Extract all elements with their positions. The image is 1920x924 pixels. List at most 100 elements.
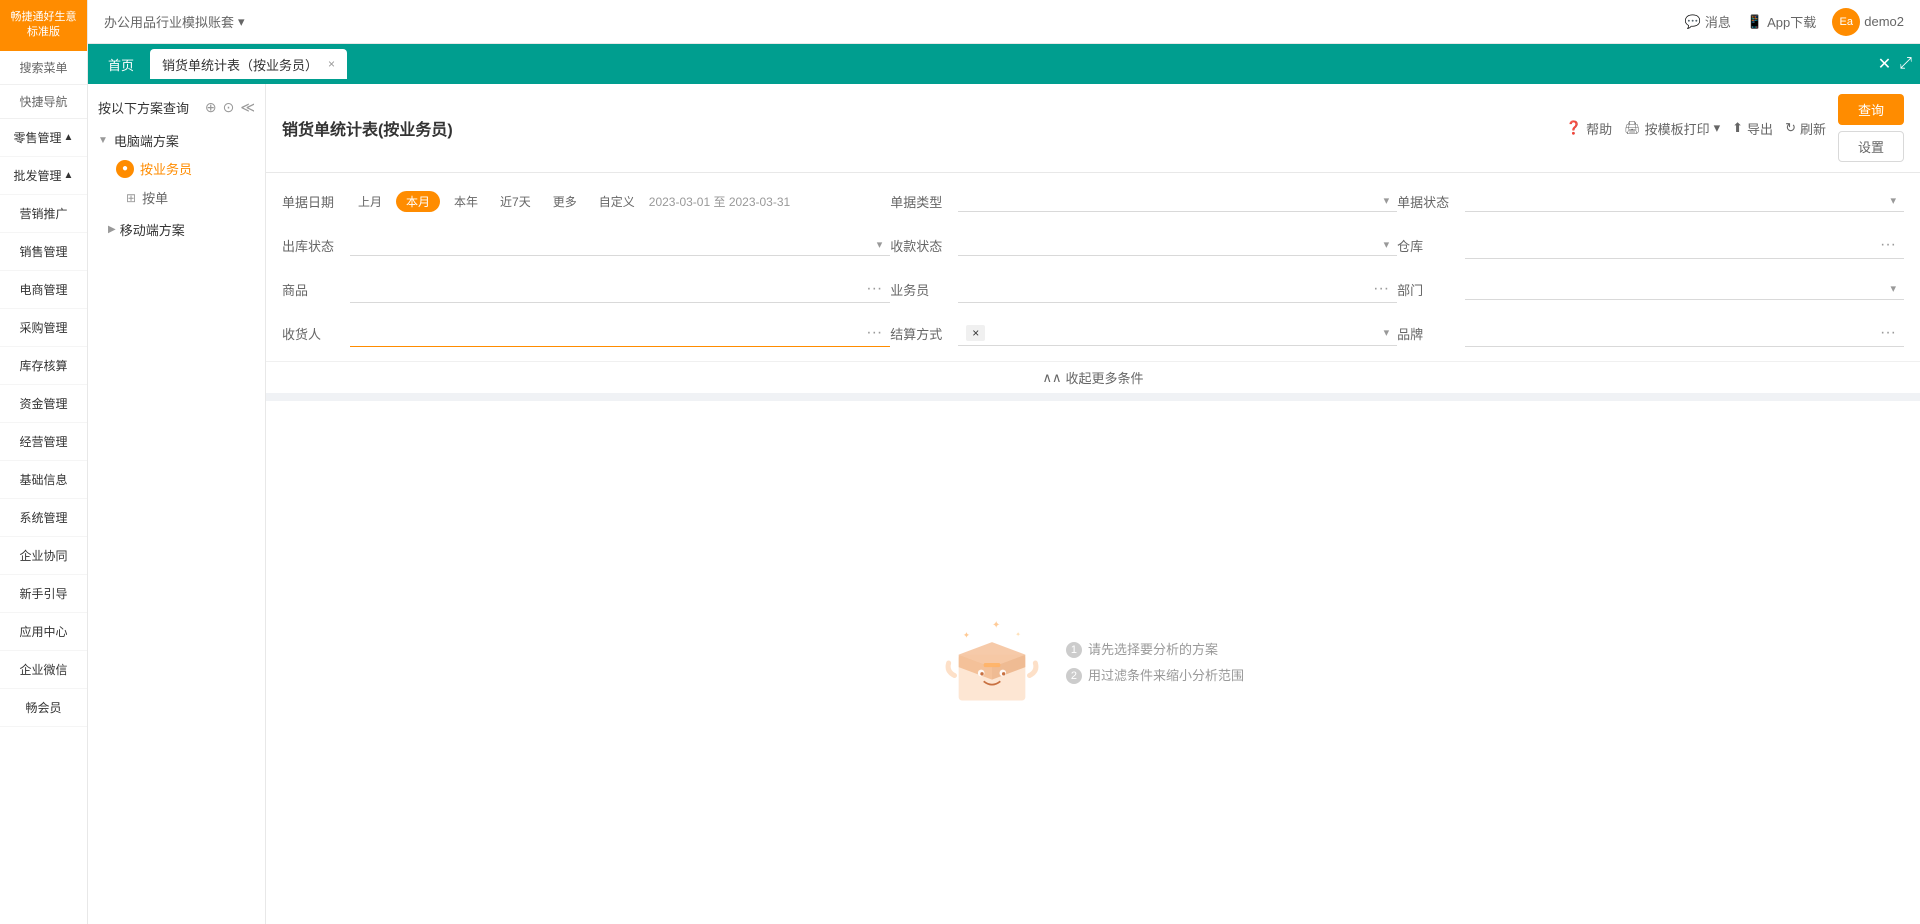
step2-num: 2 — [1066, 668, 1082, 684]
sidebar-item-system[interactable]: 系统管理 — [0, 499, 87, 537]
empty-state: ✦ ✦ ✦ 1 请先选择要分析的方案 2 用过滤条件来缩小分析范围 — [266, 401, 1920, 924]
date-btn-this-year[interactable]: 本年 — [446, 191, 486, 212]
collapse-button[interactable]: ∧∧ 收起更多条件 — [1042, 368, 1143, 387]
doc-status-input[interactable]: ▾ — [1465, 190, 1904, 212]
tab-bar: 首页 销货单统计表（按业务员） × ✕ ⤢ — [88, 44, 1920, 84]
retail-label: 零售管理 — [14, 129, 62, 146]
empty-content: ✦ ✦ ✦ 1 请先选择要分析的方案 2 用过滤条件来缩小分析范围 — [942, 613, 1244, 713]
sidebar-item-wechat[interactable]: 企业微信 — [0, 651, 87, 689]
sidebar-search[interactable]: 搜索菜单 — [0, 51, 87, 85]
desktop-scheme-header[interactable]: ▼ 电脑端方案 — [88, 127, 265, 154]
svg-text:✦: ✦ — [1015, 630, 1021, 638]
doc-status-chevron-icon: ▾ — [1890, 194, 1896, 207]
user-profile[interactable]: Ea demo2 — [1832, 8, 1904, 36]
empty-text: 1 请先选择要分析的方案 2 用过滤条件来缩小分析范围 — [1066, 637, 1244, 689]
tab-sales-stat-label: 销货单统计表（按业务员） — [162, 55, 318, 74]
sidebar-item-wholesale[interactable]: 批发管理 ▲ — [0, 157, 87, 195]
app-download-button[interactable]: 📱 App下载 — [1747, 12, 1816, 31]
export-label: 导出 — [1747, 119, 1773, 138]
step1-num: 1 — [1066, 642, 1082, 658]
sidebar-item-inventory[interactable]: 库存核算 — [0, 347, 87, 385]
consignee-input[interactable]: ··· — [350, 320, 890, 347]
sidebar-item-operation[interactable]: 经营管理 — [0, 423, 87, 461]
refresh-button[interactable]: ↻ 刷新 — [1785, 119, 1826, 138]
print-chevron-icon: ▾ — [1714, 120, 1721, 136]
tab-close-window-icon[interactable]: ✕ — [1878, 54, 1891, 74]
breadcrumb-chevron-icon: ▾ — [238, 14, 245, 30]
top-header: 办公用品行业模拟账套 ▾ 💬 消息 📱 App下载 Ea demo2 — [88, 0, 1920, 44]
scheme-item-by-order[interactable]: ⊞ 按单 — [88, 183, 265, 212]
retail-arrow-icon: ▲ — [64, 132, 74, 143]
out-status-field: 出库状态 ▾ — [282, 229, 890, 261]
collapse-panel-icon[interactable]: ≪ — [240, 99, 255, 116]
sidebar-item-retail[interactable]: 零售管理 ▲ — [0, 119, 87, 157]
sidebar-item-apps[interactable]: 应用中心 — [0, 613, 87, 651]
sidebar-item-sales[interactable]: 销售管理 — [0, 233, 87, 271]
sidebar-item-ecommerce[interactable]: 电商管理 — [0, 271, 87, 309]
step2-text: 用过滤条件来缩小分析范围 — [1088, 663, 1244, 689]
sidebar-item-newbie[interactable]: 新手引导 — [0, 575, 87, 613]
main-content: 办公用品行业模拟账套 ▾ 💬 消息 📱 App下载 Ea demo2 首页 销货… — [88, 0, 1920, 924]
sidebar-logo[interactable]: 畅捷通好生意 标准版 — [0, 0, 87, 51]
page-actions: ❓ 帮助 🖨 按模板打印 ▾ ⬆ 导出 ↻ 刷新 — [1566, 94, 1904, 162]
sidebar: 畅捷通好生意 标准版 搜索菜单 快捷导航 零售管理 ▲ 批发管理 ▲ 营销推广 … — [0, 0, 88, 924]
doc-type-input[interactable]: ▾ — [958, 190, 1397, 212]
sidebar-item-enterprise[interactable]: 企业协同 — [0, 537, 87, 575]
right-content: 销货单统计表(按业务员) ❓ 帮助 🖨 按模板打印 ▾ ⬆ 导出 — [266, 84, 1920, 924]
out-status-label: 出库状态 — [282, 236, 342, 255]
date-btn-last-month[interactable]: 上月 — [350, 191, 390, 212]
payment-label: 结算方式 — [890, 324, 950, 343]
brand-field: 品牌 ··· — [1397, 317, 1904, 349]
empty-illustration: ✦ ✦ ✦ — [942, 613, 1042, 713]
refresh-label: 刷新 — [1800, 119, 1826, 138]
sidebar-item-basic[interactable]: 基础信息 — [0, 461, 87, 499]
date-btn-this-month[interactable]: 本月 — [396, 191, 440, 212]
template-print-button[interactable]: 🖨 按模板打印 ▾ — [1624, 119, 1720, 138]
date-btn-7days[interactable]: 近7天 — [492, 191, 539, 212]
filter-row-1: 单据日期 上月 本月 本年 近7天 更多 自定义 2023-03-01 至 20… — [282, 185, 1904, 217]
breadcrumb-dropdown[interactable]: 办公用品行业模拟账套 ▾ — [104, 12, 245, 31]
tab-sales-stat[interactable]: 销货单统计表（按业务员） × — [150, 49, 347, 79]
print-icon: 🖨 — [1624, 120, 1641, 136]
payment-input[interactable]: × ▾ — [958, 321, 1397, 346]
filter-row-3: 商品 ··· 业务员 ··· 部门 — [282, 273, 1904, 305]
app-download-label: App下载 — [1767, 12, 1816, 31]
query-button[interactable]: 查询 — [1838, 94, 1904, 125]
sidebar-item-finance[interactable]: 资金管理 — [0, 385, 87, 423]
date-btn-more[interactable]: 更多 — [545, 191, 585, 212]
salesman-input[interactable]: ··· — [958, 276, 1397, 303]
sidebar-item-vip[interactable]: 畅会员 — [0, 689, 87, 727]
brand-label: 品牌 — [1397, 324, 1457, 343]
filter-row-2: 出库状态 ▾ 收款状态 ▾ 仓库 — [282, 229, 1904, 261]
warehouse-input[interactable]: ··· — [1465, 232, 1904, 259]
svg-text:✦: ✦ — [963, 630, 970, 640]
messages-button[interactable]: 💬 消息 — [1685, 12, 1731, 31]
scheme-item-by-salesman[interactable]: ● 按业务员 — [88, 154, 265, 183]
settings-button[interactable]: 设置 — [1838, 131, 1904, 162]
collection-status-field: 收款状态 ▾ — [890, 229, 1397, 261]
department-input[interactable]: ▾ — [1465, 278, 1904, 300]
tab-close-icon[interactable]: × — [328, 57, 335, 71]
goods-input[interactable]: ··· — [350, 276, 890, 303]
mobile-scheme-group[interactable]: ▶ 移动端方案 — [88, 216, 265, 243]
settings-scheme-icon[interactable]: ⊙ — [223, 99, 235, 116]
sidebar-item-purchase[interactable]: 采购管理 — [0, 309, 87, 347]
doc-status-label: 单据状态 — [1397, 192, 1457, 211]
tab-expand-icon[interactable]: ⤢ — [1899, 55, 1912, 73]
out-status-input[interactable]: ▾ — [350, 234, 890, 256]
date-label: 单据日期 — [282, 192, 342, 211]
header-left: 办公用品行业模拟账套 ▾ — [104, 12, 245, 31]
department-label: 部门 — [1397, 280, 1457, 299]
tab-home[interactable]: 首页 — [96, 49, 146, 79]
sidebar-nav[interactable]: 快捷导航 — [0, 85, 87, 119]
sidebar-item-marketing[interactable]: 营销推广 — [0, 195, 87, 233]
date-btn-custom[interactable]: 自定义 — [591, 191, 643, 212]
left-panel: 按以下方案查询 ⊕ ⊙ ≪ ▼ 电脑端方案 ● 按业务员 ⊞ 按 — [88, 84, 266, 924]
brand-input[interactable]: ··· — [1465, 320, 1904, 347]
export-button[interactable]: ⬆ 导出 — [1732, 119, 1773, 138]
message-icon: 💬 — [1685, 14, 1701, 30]
filter-section: 单据日期 上月 本月 本年 近7天 更多 自定义 2023-03-01 至 20… — [266, 173, 1920, 361]
collection-status-input[interactable]: ▾ — [958, 234, 1397, 256]
help-button[interactable]: ❓ 帮助 — [1566, 119, 1612, 138]
add-scheme-icon[interactable]: ⊕ — [205, 99, 217, 116]
